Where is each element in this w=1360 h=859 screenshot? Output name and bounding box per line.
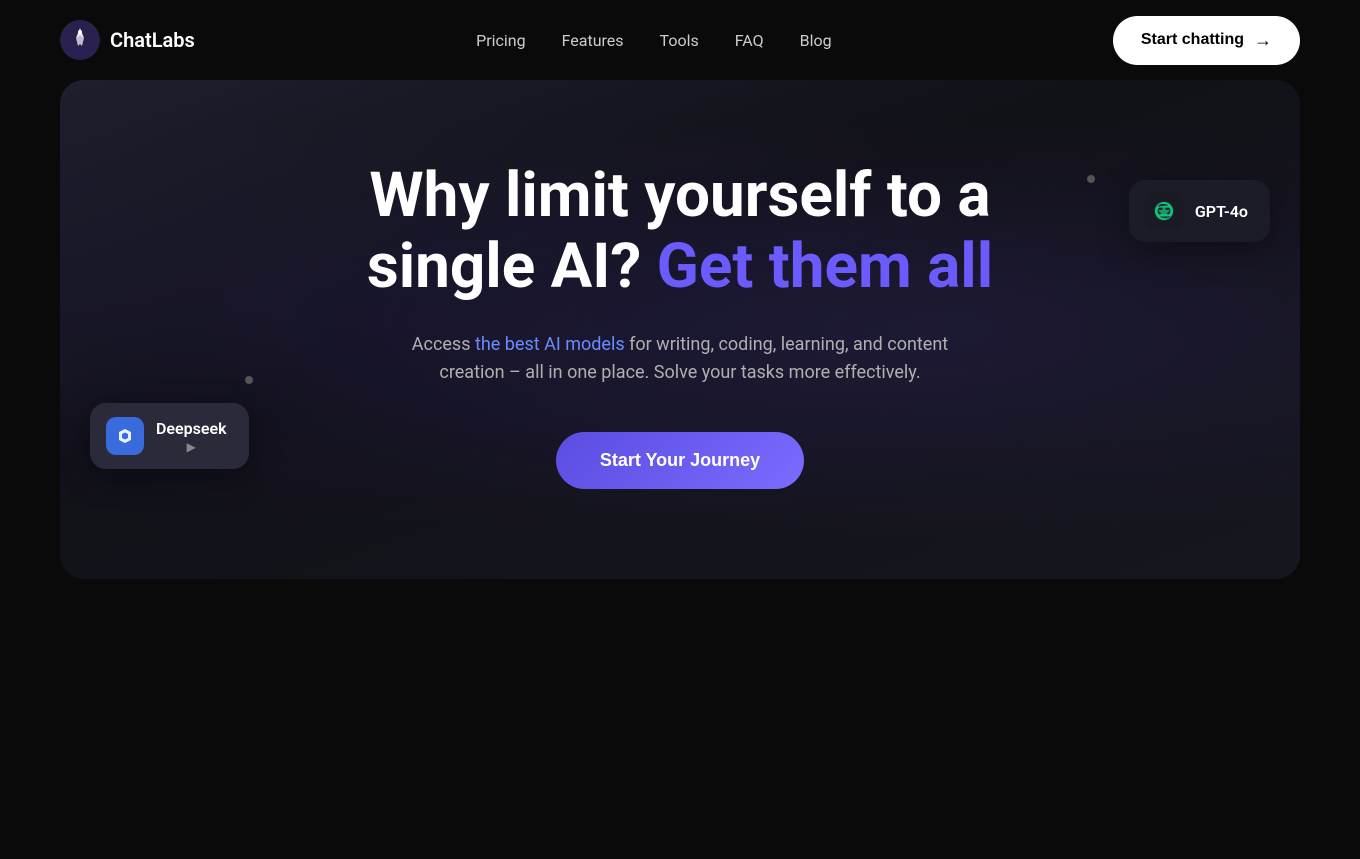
dot-right (1087, 175, 1095, 183)
deepseek-card-info: Deepseek ▶ (156, 419, 227, 454)
hero-cta-button[interactable]: Start Your Journey (556, 432, 804, 489)
hero-subtext: Access the best AI models for writing, c… (400, 331, 960, 389)
subtext-link[interactable]: the best AI models (475, 334, 625, 355)
gpt-icon (1145, 192, 1183, 230)
deepseek-name: Deepseek (156, 419, 227, 438)
hero-heading: Why limit yourself to a single AI? Get t… (367, 160, 993, 303)
logo-text: ChatLabs (110, 28, 195, 52)
gpt-card: GPT-4o (1129, 180, 1270, 242)
gpt-name: GPT-4o (1195, 202, 1248, 221)
navbar: ChatLabs Pricing Features Tools FAQ Blog… (0, 0, 1360, 80)
hero-heading-line1: Why limit yourself to a (369, 159, 990, 232)
dot-left (245, 376, 253, 384)
hero-cta-label: Start Your Journey (600, 450, 760, 470)
arrow-icon: → (1254, 30, 1272, 51)
deepseek-play: ▶ (156, 440, 227, 454)
start-chatting-label: Start chatting (1141, 31, 1244, 49)
logo-icon (60, 20, 100, 60)
below-hero-area (0, 579, 1360, 859)
nav-link-tools[interactable]: Tools (660, 31, 699, 50)
nav-link-features[interactable]: Features (562, 31, 624, 50)
deepseek-card: Deepseek ▶ (90, 403, 249, 469)
subtext-prefix: Access (412, 334, 471, 355)
hero-section: Deepseek ▶ GPT-4o Why limit yourself to … (60, 80, 1300, 579)
nav-link-faq[interactable]: FAQ (735, 31, 764, 50)
start-chatting-button[interactable]: Start chatting → (1113, 16, 1300, 65)
nav-links: Pricing Features Tools FAQ Blog (476, 31, 831, 50)
nav-link-pricing[interactable]: Pricing (476, 31, 526, 50)
nav-link-blog[interactable]: Blog (800, 31, 832, 50)
hero-heading-line2: single AI? (367, 230, 641, 303)
logo[interactable]: ChatLabs (60, 20, 195, 60)
hero-heading-accent: Get them all (657, 230, 993, 303)
deepseek-icon (106, 417, 144, 455)
